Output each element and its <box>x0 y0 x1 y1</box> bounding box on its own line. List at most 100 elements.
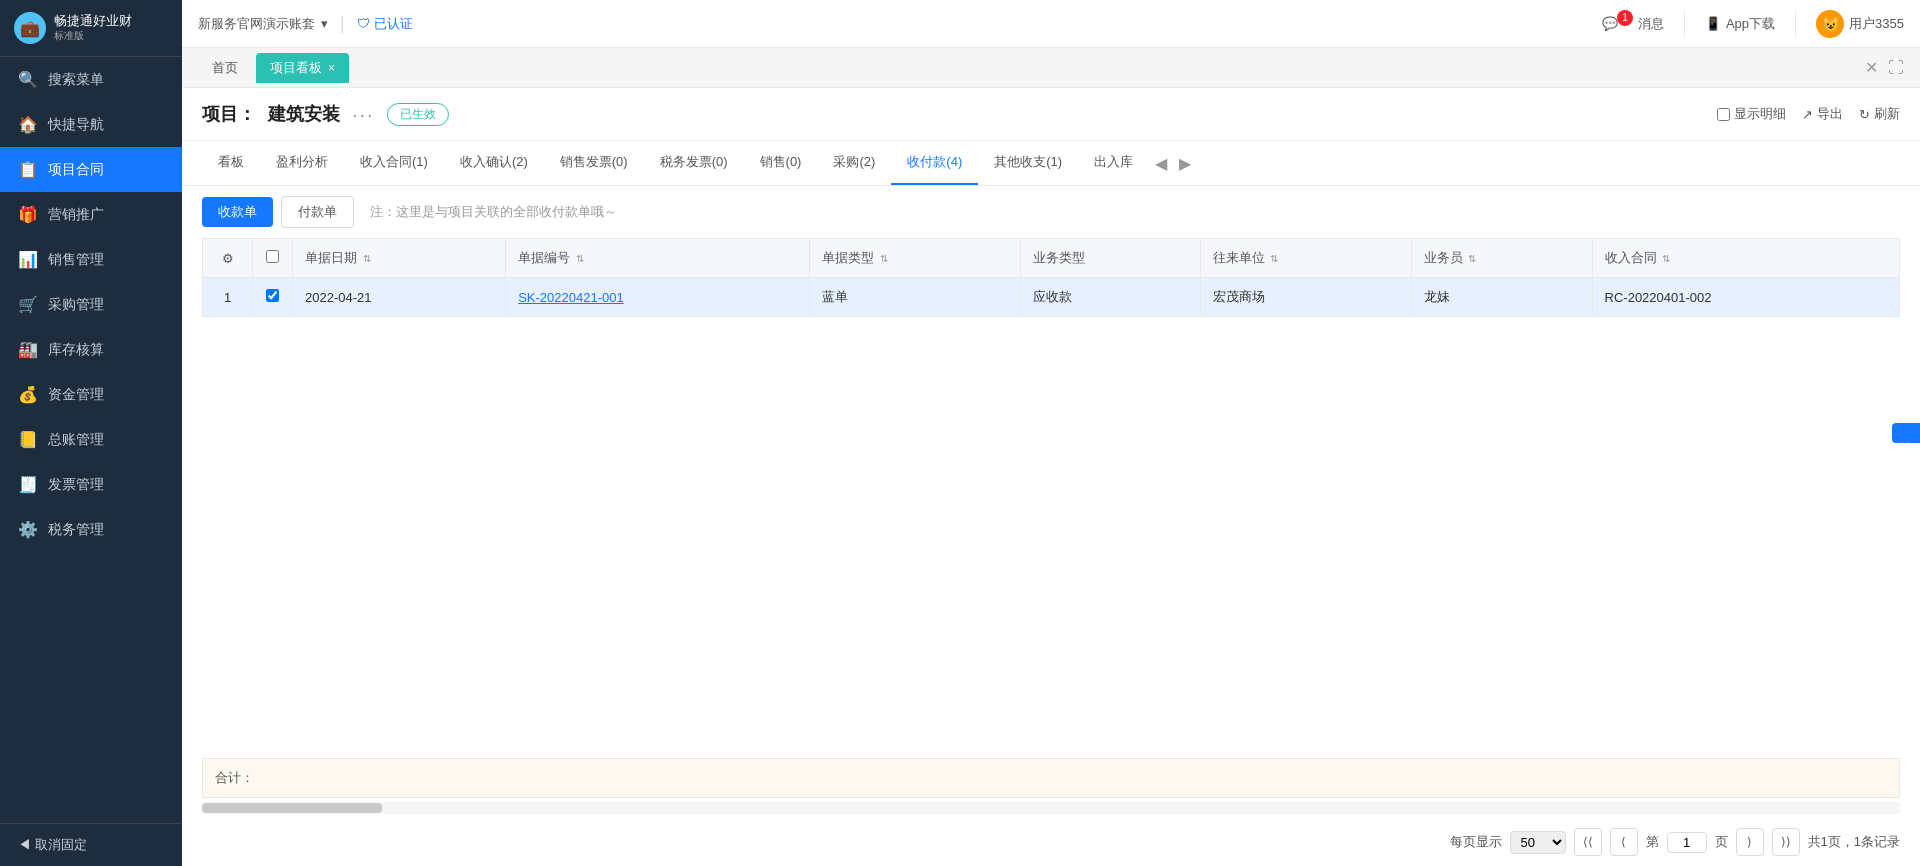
app-logo-icon: 💼 <box>14 12 46 44</box>
sidebar-item-invoice[interactable]: 🧾 发票管理 <box>0 462 182 507</box>
document-link[interactable]: SK-20220421-001 <box>518 290 624 305</box>
col-partner[interactable]: 往来单位 ⇅ <box>1200 239 1411 278</box>
feedback-button[interactable]: 反馈 <box>1892 423 1920 443</box>
refresh-button[interactable]: ↻ 刷新 <box>1859 105 1900 123</box>
sidebar-logo: 💼 畅捷通好业财 标准版 <box>0 0 182 57</box>
next-page-button[interactable]: ⟩ <box>1736 828 1764 856</box>
data-table-container: ⚙ 单据日期 ⇅ 单据编号 ⇅ 单据类型 <box>182 238 1920 758</box>
sidebar-item-label: 快捷导航 <box>48 116 104 134</box>
footer-label: 合计： <box>215 770 254 785</box>
maximize-icon[interactable]: ⛶ <box>1888 59 1904 77</box>
inventory-icon: 🏭 <box>18 340 38 359</box>
row-partner: 宏茂商场 <box>1200 278 1411 317</box>
show-detail-checkbox[interactable]: 显示明细 <box>1717 105 1786 123</box>
user-menu[interactable]: 😺 用户3355 <box>1816 10 1904 38</box>
export-label: 导出 <box>1817 105 1843 123</box>
subnav-sales[interactable]: 销售(0) <box>744 141 818 185</box>
current-page-input[interactable] <box>1667 832 1707 853</box>
export-button[interactable]: ↗ 导出 <box>1802 105 1843 123</box>
receipts-button[interactable]: 收款单 <box>202 197 273 227</box>
subnav-income-confirm[interactable]: 收入确认(2) <box>444 141 544 185</box>
window-controls: ✕ ⛶ <box>1865 58 1904 77</box>
sidebar-item-purchase[interactable]: 🛒 采购管理 <box>0 282 182 327</box>
messages-button[interactable]: 💬 1 消息 <box>1602 15 1664 33</box>
scrollbar-thumb[interactable] <box>202 803 382 813</box>
row-checkbox[interactable] <box>266 289 279 302</box>
sidebar-item-label: 采购管理 <box>48 296 104 314</box>
horizontal-scrollbar[interactable] <box>202 802 1900 814</box>
app-version: 标准版 <box>54 29 132 43</box>
tax-icon: ⚙️ <box>18 520 38 539</box>
per-page-select[interactable]: 50 10 20 100 <box>1510 831 1566 854</box>
col-type[interactable]: 单据类型 ⇅ <box>810 239 1021 278</box>
table-footer: 合计： <box>202 758 1900 798</box>
sidebar-item-marketing[interactable]: 🎁 营销推广 <box>0 192 182 237</box>
payments-button[interactable]: 付款单 <box>281 196 354 228</box>
toolbar: 收款单 付款单 注：这里是与项目关联的全部收付款单哦～ <box>182 186 1920 238</box>
invoice-icon: 🧾 <box>18 475 38 494</box>
dropdown-icon: ▾ <box>321 16 328 31</box>
sidebar-item-contract[interactable]: 📋 项目合同 <box>0 147 182 192</box>
prev-page-button[interactable]: ⟨ <box>1610 828 1638 856</box>
sidebar-item-sales[interactable]: 📊 销售管理 <box>0 237 182 282</box>
topbar-right: 💬 1 消息 📱 App下载 😺 用户3355 <box>1602 10 1904 38</box>
row-number[interactable]: SK-20220421-001 <box>506 278 810 317</box>
subnav-other[interactable]: 其他收支(1) <box>978 141 1078 185</box>
close-window-icon[interactable]: ✕ <box>1865 58 1878 77</box>
sidebar-item-tax[interactable]: ⚙️ 税务管理 <box>0 507 182 552</box>
subnav-prev-arrow[interactable]: ◀ <box>1149 154 1173 173</box>
tab-home[interactable]: 首页 <box>198 53 252 83</box>
shield-icon: 🛡 <box>357 16 370 31</box>
subnav-purchase[interactable]: 采购(2) <box>817 141 891 185</box>
col-settings[interactable]: ⚙ <box>203 239 253 278</box>
sort-number-icon: ⇅ <box>576 253 584 264</box>
last-page-button[interactable]: ⟩⟩ <box>1772 828 1800 856</box>
home-icon: 🏠 <box>18 115 38 134</box>
project-status-badge: 已生效 <box>387 103 449 126</box>
project-selector[interactable]: 新服务官网演示账套 ▾ <box>198 15 328 33</box>
subnav-tax-invoice[interactable]: 税务发票(0) <box>644 141 744 185</box>
ledger-icon: 📒 <box>18 430 38 449</box>
row-biz-type: 应收款 <box>1021 278 1200 317</box>
sort-partner-icon: ⇅ <box>1270 253 1278 264</box>
project-label-prefix: 项目： <box>202 102 256 126</box>
data-table: ⚙ 单据日期 ⇅ 单据编号 ⇅ 单据类型 <box>202 238 1900 317</box>
user-avatar: 😺 <box>1816 10 1844 38</box>
project-header: 项目： 建筑安装 ··· 已生效 显示明细 ↗ 导出 ↻ 刷新 <box>182 88 1920 141</box>
tab-project-kanban[interactable]: 项目看板 × <box>256 53 349 83</box>
col-date[interactable]: 单据日期 ⇅ <box>293 239 506 278</box>
first-page-button[interactable]: ⟨⟨ <box>1574 828 1602 856</box>
sidebar-item-inventory[interactable]: 🏭 库存核算 <box>0 327 182 372</box>
row-salesperson: 龙妹 <box>1411 278 1592 317</box>
subnav-receipt[interactable]: 收付款(4) <box>891 141 978 185</box>
sidebar-item-ledger[interactable]: 📒 总账管理 <box>0 417 182 462</box>
app-download-button[interactable]: 📱 App下载 <box>1705 15 1775 33</box>
sidebar-item-shortcut[interactable]: 🏠 快捷导航 <box>0 102 182 147</box>
subnav-next-arrow[interactable]: ▶ <box>1173 154 1197 173</box>
show-detail-input[interactable] <box>1717 108 1730 121</box>
subnav-kanban[interactable]: 看板 <box>202 141 260 185</box>
col-salesperson[interactable]: 业务员 ⇅ <box>1411 239 1592 278</box>
certified-label: 已认证 <box>374 15 413 33</box>
sort-salesperson-icon: ⇅ <box>1468 253 1476 264</box>
col-checkbox <box>253 239 293 278</box>
subnav-profit[interactable]: 盈利分析 <box>260 141 344 185</box>
more-options-icon[interactable]: ··· <box>352 103 375 126</box>
sidebar-item-finance[interactable]: 💰 资金管理 <box>0 372 182 417</box>
tab-close-icon[interactable]: × <box>328 61 335 75</box>
subnav-sales-invoice[interactable]: 销售发票(0) <box>544 141 644 185</box>
select-all-checkbox[interactable] <box>266 250 279 263</box>
unpin-label: ◀ 取消固定 <box>18 836 87 854</box>
table-row[interactable]: 1 2022-04-21 SK-20220421-001 蓝单 应收款 宏茂商场… <box>203 278 1900 317</box>
sidebar-item-search[interactable]: 🔍 搜索菜单 <box>0 57 182 102</box>
refresh-icon: ↻ <box>1859 107 1870 122</box>
col-income-contract[interactable]: 收入合同 ⇅ <box>1592 239 1899 278</box>
sort-type-icon: ⇅ <box>880 253 888 264</box>
subnav-income-contract[interactable]: 收入合同(1) <box>344 141 444 185</box>
subnav-inout[interactable]: 出入库 <box>1078 141 1149 185</box>
unpin-button[interactable]: ◀ 取消固定 <box>0 823 182 866</box>
col-number[interactable]: 单据编号 ⇅ <box>506 239 810 278</box>
certified-badge: 🛡 已认证 <box>357 15 413 33</box>
app-download-label: App下载 <box>1726 15 1775 33</box>
marketing-icon: 🎁 <box>18 205 38 224</box>
